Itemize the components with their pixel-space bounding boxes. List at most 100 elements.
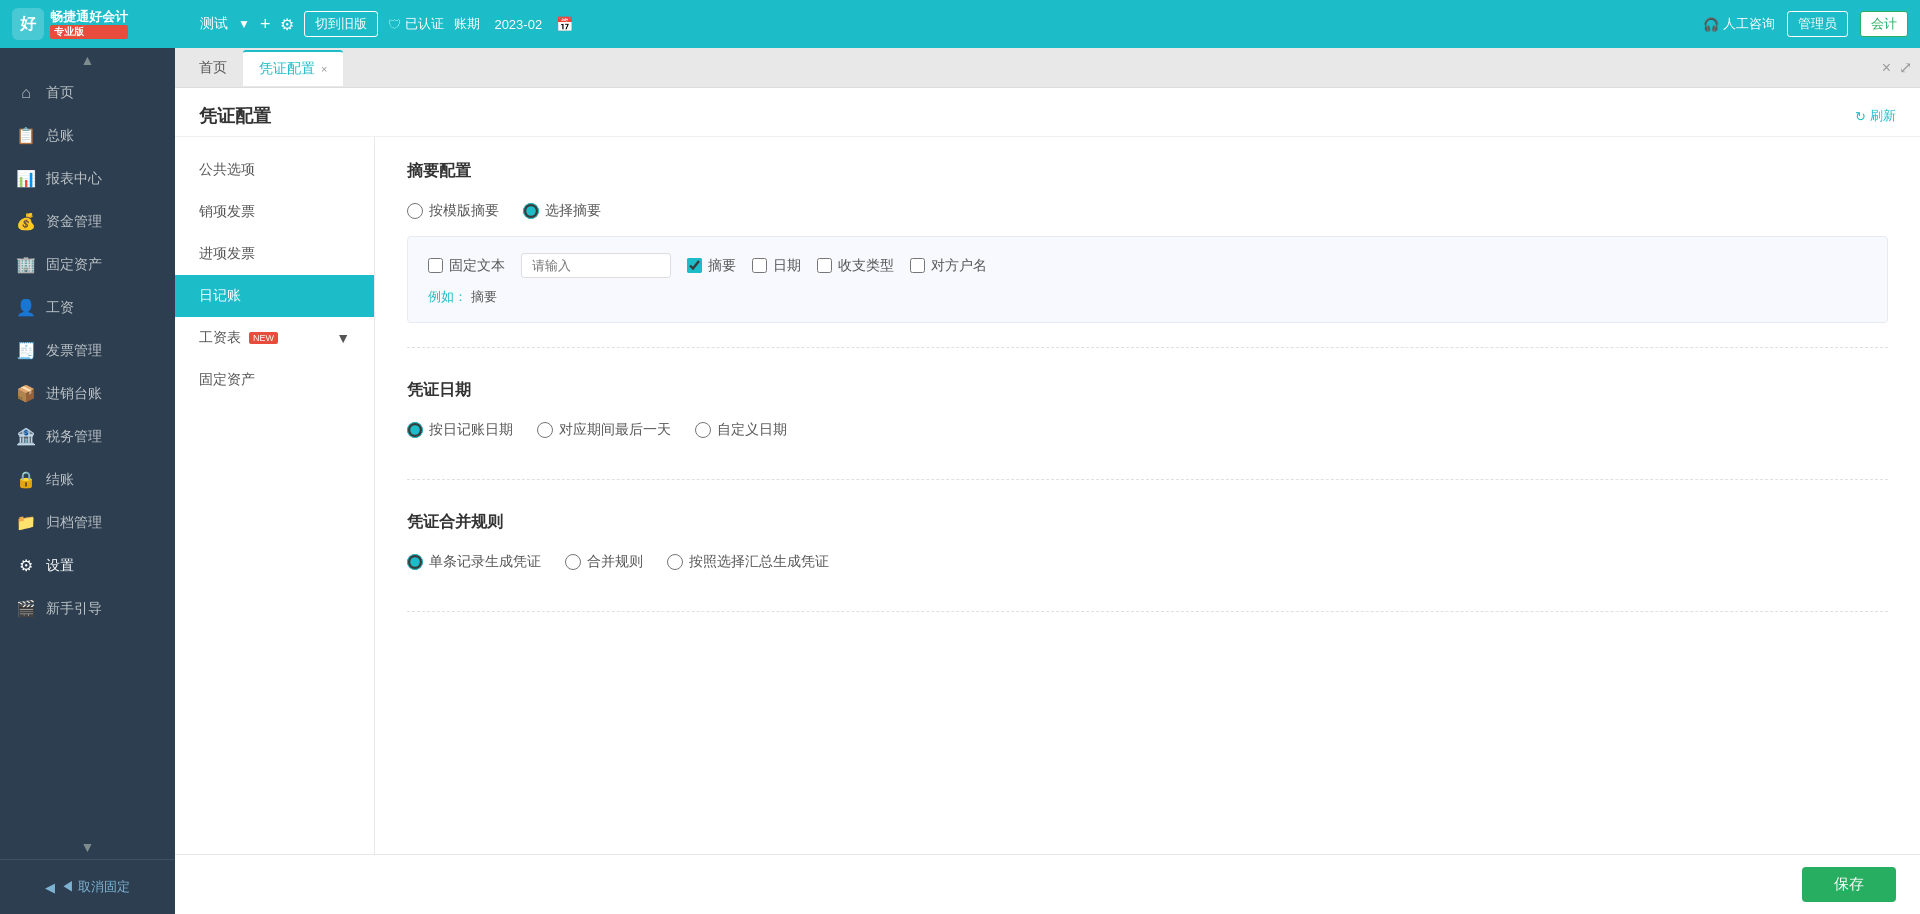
radio-select-input[interactable] (523, 203, 539, 219)
sidebar-item-label: 进销台账 (46, 385, 102, 403)
logo-text: 畅捷通好会计 专业版 (50, 9, 128, 39)
fixed-text-input[interactable] (521, 253, 671, 278)
sidebar-item-label: 资金管理 (46, 213, 102, 231)
voucher-date-section: 凭证日期 按日记账日期 对应期间最后一天 (407, 380, 1888, 480)
radio-custom-date-input[interactable] (695, 422, 711, 438)
headset-icon: 🎧 (1703, 17, 1719, 32)
voucher-merge-section: 凭证合并规则 单条记录生成凭证 合并规则 (407, 512, 1888, 612)
sidebar-item-label: 固定资产 (46, 256, 102, 274)
scroll-down-button[interactable]: ▼ (81, 839, 95, 855)
sidebar-item-ledger[interactable]: 📋 总账 (0, 114, 175, 157)
dropdown-icon[interactable]: ▼ (238, 17, 250, 31)
sidebar-item-capital[interactable]: 💰 资金管理 (0, 200, 175, 243)
admin-button[interactable]: 管理员 (1787, 11, 1848, 37)
voucher-date-title: 凭证日期 (407, 380, 1888, 401)
sidebar-item-label: 总账 (46, 127, 74, 145)
calendar-icon[interactable]: 📅 (556, 16, 573, 32)
period-label: 账期 (454, 15, 480, 33)
invoice-icon: 🧾 (16, 341, 36, 360)
sidebar-item-home[interactable]: ⌂ 首页 (0, 72, 175, 114)
radio-single-input[interactable] (407, 554, 423, 570)
checkbox-counterpart[interactable]: 对方户名 (910, 257, 987, 275)
trade-icon: 📦 (16, 384, 36, 403)
archive-icon: 📁 (16, 513, 36, 532)
sidebar-item-archive[interactable]: 📁 归档管理 (0, 501, 175, 544)
sidebar-item-tax[interactable]: 🏦 税务管理 (0, 415, 175, 458)
close-icon: 🔒 (16, 470, 36, 489)
sidebar-item-salary[interactable]: 👤 工资 (0, 286, 175, 329)
nav-purchase-invoice[interactable]: 进项发票 (175, 233, 374, 275)
nav-payroll[interactable]: 工资表 NEW ▼ (175, 317, 374, 359)
radio-custom-date[interactable]: 自定义日期 (695, 421, 787, 439)
summary-config-box: 固定文本 摘要 日期 (407, 236, 1888, 323)
logo-title: 畅捷通好会计 (50, 9, 128, 25)
fixed-text-checkbox[interactable] (428, 258, 443, 273)
nav-sales-invoice[interactable]: 销项发票 (175, 191, 374, 233)
assets-icon: 🏢 (16, 255, 36, 274)
checkbox-summary[interactable]: 摘要 (687, 257, 736, 275)
page-title: 凭证配置 (199, 104, 271, 128)
sidebar-bottom: ◀ ◀ 取消固定 (0, 859, 175, 914)
switch-old-button[interactable]: 切到旧版 (304, 11, 378, 37)
sidebar-item-close[interactable]: 🔒 结账 (0, 458, 175, 501)
summary-checkbox[interactable] (687, 258, 702, 273)
sidebar-item-invoice[interactable]: 🧾 发票管理 (0, 329, 175, 372)
radio-template-summary[interactable]: 按模版摘要 (407, 202, 499, 220)
gear-icon[interactable]: ⚙ (280, 15, 294, 34)
radio-journal-date-input[interactable] (407, 422, 423, 438)
page-header: 凭证配置 ↻ 刷新 (175, 88, 1920, 137)
verified-badge: 🛡 已认证 (388, 15, 444, 33)
consult-button[interactable]: 🎧 人工咨询 (1703, 15, 1775, 33)
io-type-checkbox[interactable] (817, 258, 832, 273)
radio-select-sum-input[interactable] (667, 554, 683, 570)
example-text: 例如： 摘要 (428, 288, 1867, 306)
logo: 好 畅捷通好会计 专业版 (12, 8, 182, 40)
tab-home[interactable]: 首页 (183, 51, 243, 85)
radio-single-record[interactable]: 单条记录生成凭证 (407, 553, 541, 571)
right-content: 摘要配置 按模版摘要 选择摘要 (375, 137, 1920, 854)
radio-period-last-input[interactable] (537, 422, 553, 438)
radio-merge-rule[interactable]: 合并规则 (565, 553, 643, 571)
sidebar-item-assets[interactable]: 🏢 固定资产 (0, 243, 175, 286)
save-button[interactable]: 保存 (1802, 867, 1896, 902)
period-value: 2023-02 (494, 17, 542, 32)
nav-fixed-assets[interactable]: 固定资产 (175, 359, 374, 401)
checkbox-fixed-text[interactable]: 固定文本 (428, 257, 505, 275)
radio-journal-date[interactable]: 按日记账日期 (407, 421, 513, 439)
nav-journal[interactable]: 日记账 (175, 275, 374, 317)
radio-merge-input[interactable] (565, 554, 581, 570)
tab-close-icon[interactable]: × (321, 63, 327, 75)
cancel-fixed-button[interactable]: ◀ ◀ 取消固定 (10, 870, 165, 904)
radio-period-last[interactable]: 对应期间最后一天 (537, 421, 671, 439)
accountant-button[interactable]: 会计 (1860, 11, 1908, 37)
sidebar-scroll-down: ▼ (0, 835, 175, 859)
counterpart-checkbox[interactable] (910, 258, 925, 273)
capital-icon: 💰 (16, 212, 36, 231)
nav-public[interactable]: 公共选项 (175, 149, 374, 191)
main-layout: ▲ ⌂ 首页 📋 总账 📊 报表中心 💰 资金管理 🏢 固定资产 (0, 48, 1920, 914)
inner-layout: 公共选项 销项发票 进项发票 日记账 工资表 NEW ▼ (175, 137, 1920, 854)
tab-voucher-config[interactable]: 凭证配置 × (243, 50, 343, 86)
scroll-up-button[interactable]: ▲ (81, 52, 95, 68)
sidebar-scroll-up: ▲ (0, 48, 175, 72)
refresh-button[interactable]: ↻ 刷新 (1855, 107, 1896, 125)
checkbox-date[interactable]: 日期 (752, 257, 801, 275)
home-icon: ⌂ (16, 84, 36, 102)
radio-select-summary[interactable]: 选择摘要 (523, 202, 601, 220)
sidebar-item-settings[interactable]: ⚙ 设置 (0, 544, 175, 587)
sidebar-item-report[interactable]: 📊 报表中心 (0, 157, 175, 200)
window-close-button[interactable]: × (1874, 59, 1899, 77)
chevron-down-icon: ▼ (336, 330, 350, 346)
radio-select-sum[interactable]: 按照选择汇总生成凭证 (667, 553, 829, 571)
sidebar-item-guide[interactable]: 🎬 新手引导 (0, 587, 175, 630)
expand-button[interactable]: ⤢ (1899, 58, 1912, 77)
add-button[interactable]: + (260, 14, 271, 35)
date-checkbox[interactable] (752, 258, 767, 273)
settings-icon: ⚙ (16, 556, 36, 575)
radio-template-input[interactable] (407, 203, 423, 219)
sidebar-item-label: 归档管理 (46, 514, 102, 532)
checkbox-io-type[interactable]: 收支类型 (817, 257, 894, 275)
voucher-merge-radio-group: 单条记录生成凭证 合并规则 按照选择汇总生成凭证 (407, 553, 1888, 571)
sidebar-item-trade[interactable]: 📦 进销台账 (0, 372, 175, 415)
sidebar-item-label: 税务管理 (46, 428, 102, 446)
